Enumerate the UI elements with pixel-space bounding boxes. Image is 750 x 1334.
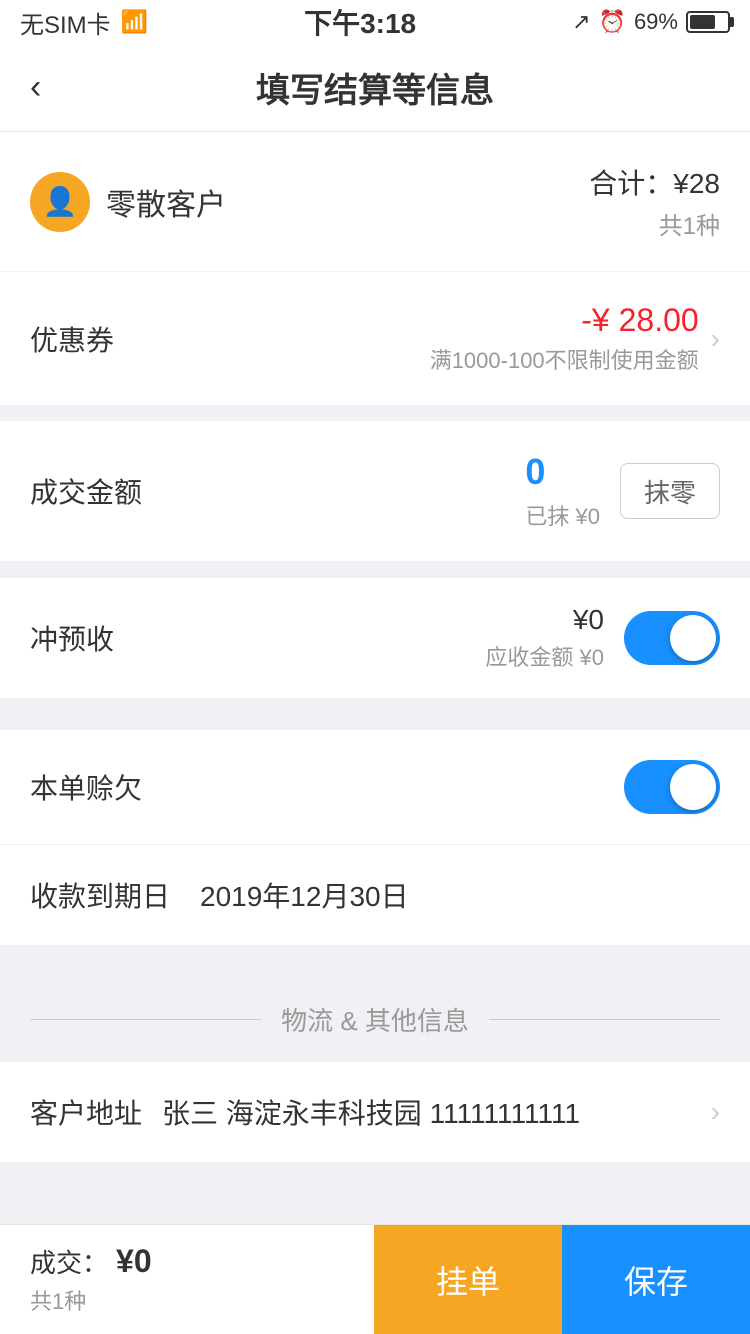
section-divider-1	[0, 714, 750, 730]
wifi-icon: 📶	[121, 9, 148, 35]
nav-bar: ‹ 填写结算等信息	[0, 44, 750, 132]
status-right: ↗ ⏰ 69%	[572, 9, 730, 35]
network-label: 无SIM卡	[20, 5, 111, 40]
bottom-deal-row: 成交： ¥0	[30, 1243, 344, 1280]
prepaid-main-amount: ¥0	[485, 604, 604, 636]
section-divider-2	[0, 961, 750, 977]
save-button[interactable]: 保存	[562, 1225, 750, 1334]
logistics-text: 物流 & 其他信息	[281, 1001, 469, 1038]
prepaid-row: 冲预收 ¥0 应收金额 ¥0	[0, 577, 750, 698]
deal-amount-sub: 已抹 ¥0	[525, 499, 600, 531]
address-row[interactable]: 客户地址 张三 海淀永丰科技园 11111111111 ›	[0, 1062, 750, 1162]
coupon-row[interactable]: 优惠券 -¥ 28.00 满1000-100不限制使用金额 ›	[0, 271, 750, 405]
address-label: 客户地址	[30, 1092, 142, 1132]
prepaid-amounts: ¥0 应收金额 ¥0	[485, 604, 604, 672]
bottom-deal-info: 成交： ¥0 共1种	[0, 1243, 374, 1316]
bottom-buttons: 挂单 保存	[374, 1225, 750, 1334]
due-date-value: 2019年12月30日	[200, 875, 409, 915]
alarm-icon: ⏰	[599, 9, 626, 35]
customer-section: 👤 零散客户 合计：¥28 共1种 优惠券 -¥ 28.00 满1000-100…	[0, 132, 750, 405]
coupon-content: -¥ 28.00 满1000-100不限制使用金额	[430, 302, 699, 375]
round-zero-button[interactable]: 抹零	[620, 463, 720, 519]
total-count: 共1种	[589, 206, 720, 241]
battery-percent: 69%	[634, 9, 678, 35]
prepaid-toggle[interactable]	[624, 611, 720, 665]
coupon-label: 优惠券	[30, 319, 114, 359]
address-section: 客户地址 张三 海淀永丰科技园 11111111111 ›	[0, 1062, 750, 1162]
bottom-deal-count: 共1种	[30, 1284, 344, 1316]
logistics-line-left	[30, 1019, 261, 1020]
debt-toggle[interactable]	[624, 760, 720, 814]
debt-row: 本单赊欠	[0, 730, 750, 844]
customer-left: 👤 零散客户	[30, 172, 226, 232]
content: 👤 零散客户 合计：¥28 共1种 优惠券 -¥ 28.00 满1000-100…	[0, 132, 750, 1298]
debt-toggle-knob	[670, 764, 716, 810]
page-title: 填写结算等信息	[256, 63, 494, 112]
prepaid-section: 冲预收 ¥0 应收金额 ¥0	[0, 577, 750, 698]
bottom-deal-amount: ¥0	[116, 1243, 152, 1280]
customer-avatar: 👤	[30, 172, 90, 232]
bottom-deal-label: 成交：	[30, 1243, 108, 1280]
customer-right: 合计：¥28 共1种	[589, 162, 720, 241]
address-chevron-icon: ›	[711, 1096, 720, 1128]
avatar-icon: 👤	[43, 185, 78, 218]
bottom-bar: 成交： ¥0 共1种 挂单 保存	[0, 1224, 750, 1334]
logistics-header: 物流 & 其他信息	[0, 977, 750, 1062]
customer-name: 零散客户	[106, 180, 226, 224]
battery-icon	[686, 11, 730, 33]
status-left: 无SIM卡 📶	[20, 5, 148, 40]
coupon-right: -¥ 28.00 满1000-100不限制使用金额 ›	[430, 302, 720, 375]
logistics-line-right	[489, 1019, 720, 1020]
deal-amount-right: 0 已抹 ¥0 抹零	[525, 451, 720, 531]
location-icon: ↗	[572, 9, 590, 35]
coupon-chevron-icon: ›	[711, 323, 720, 355]
prepaid-label: 冲预收	[30, 618, 114, 658]
status-time: 下午3:18	[304, 2, 416, 42]
due-date-label: 收款到期日	[30, 875, 170, 915]
deal-amount-label: 成交金额	[30, 471, 142, 511]
due-date-section: 收款到期日 2019年12月30日	[0, 844, 750, 945]
prepaid-sub-amount: 应收金额 ¥0	[485, 640, 604, 672]
status-bar: 无SIM卡 📶 下午3:18 ↗ ⏰ 69%	[0, 0, 750, 44]
deal-amount-row: 成交金额 0 已抹 ¥0 抹零	[30, 421, 720, 561]
total-amount: 合计：¥28	[589, 162, 720, 202]
address-value: 张三 海淀永丰科技园 11111111111	[162, 1092, 711, 1132]
debt-section: 本单赊欠 收款到期日 2019年12月30日	[0, 730, 750, 945]
hang-button[interactable]: 挂单	[374, 1225, 562, 1334]
deal-amount-content: 0 已抹 ¥0	[525, 451, 600, 531]
deal-amount-value: 0	[525, 451, 600, 493]
customer-row: 👤 零散客户 合计：¥28 共1种	[0, 132, 750, 271]
coupon-amount: -¥ 28.00	[430, 302, 699, 339]
due-date-row: 收款到期日 2019年12月30日	[30, 875, 720, 915]
back-button[interactable]: ‹	[30, 68, 41, 107]
prepaid-right: ¥0 应收金额 ¥0	[485, 604, 720, 672]
toggle-knob	[670, 615, 716, 661]
coupon-desc: 满1000-100不限制使用金额	[430, 343, 699, 375]
deal-amount-section: 成交金额 0 已抹 ¥0 抹零	[0, 421, 750, 561]
debt-label: 本单赊欠	[30, 767, 142, 807]
